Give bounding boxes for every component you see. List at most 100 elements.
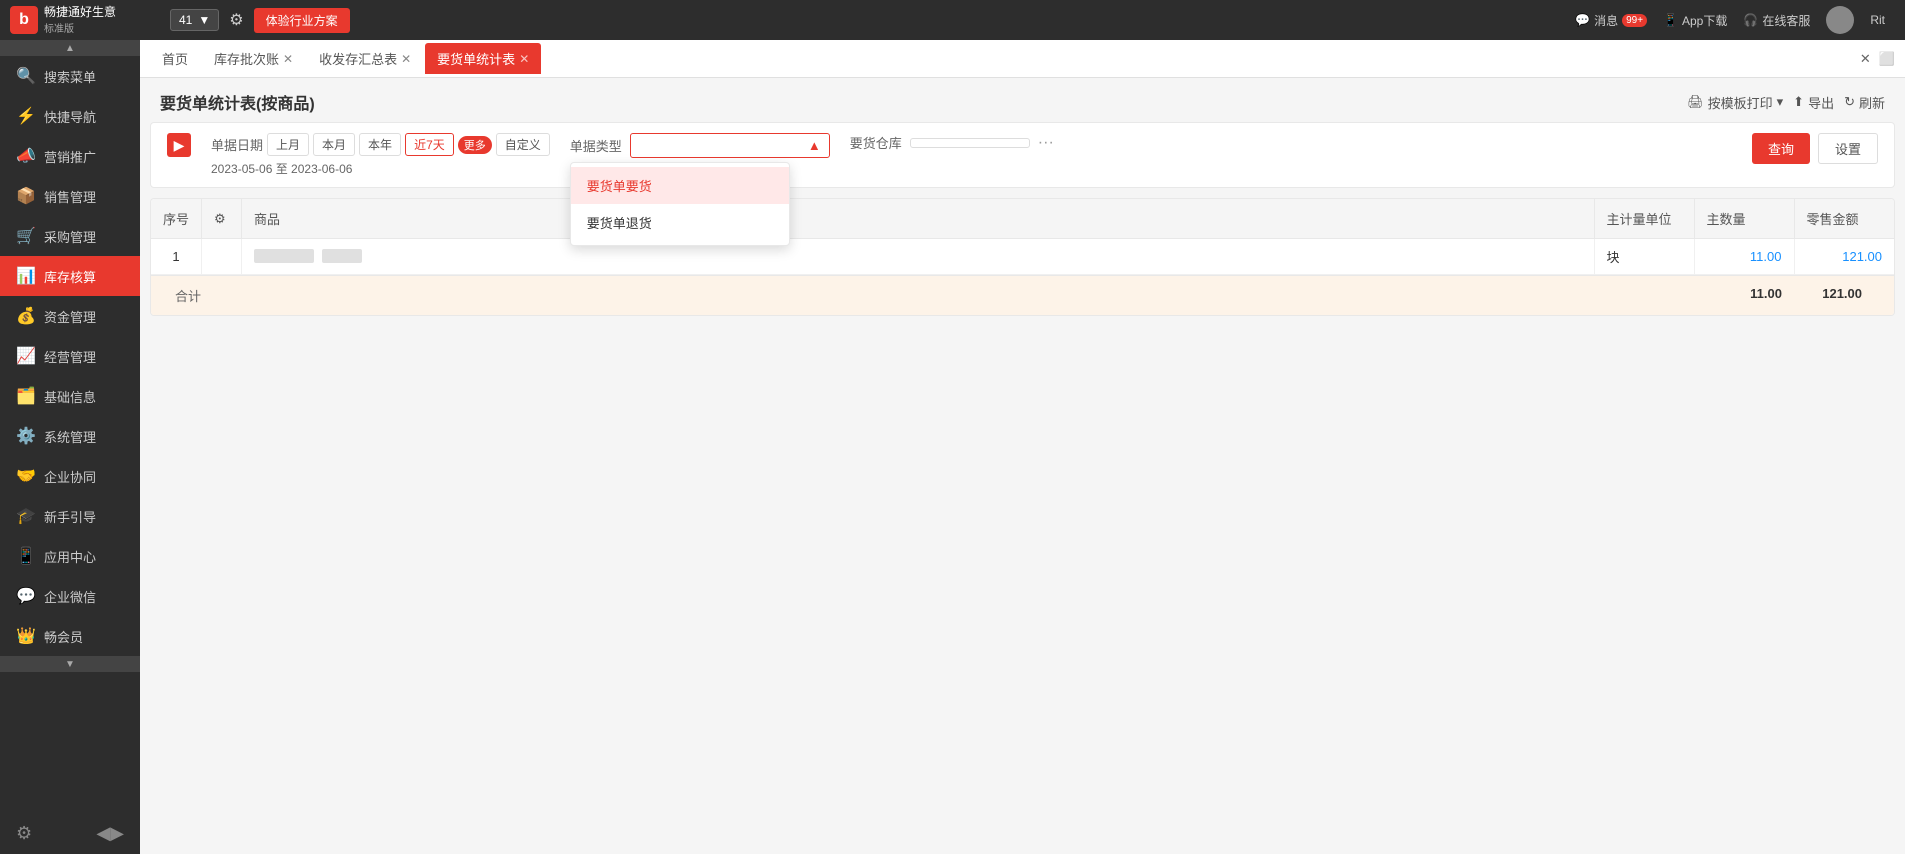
sidebar-item-sales[interactable]: 📦 销售管理 [0, 176, 140, 216]
col-header-settings[interactable]: ⚙ [202, 199, 242, 239]
date-btn-this-year[interactable]: 本年 [359, 133, 401, 156]
sidebar-item-marketing-label: 营销推广 [44, 147, 96, 166]
avatar[interactable] [1826, 6, 1854, 34]
sidebar-item-vip-label: 畅会员 [44, 627, 83, 646]
table-header-row: 序号 ⚙ 商品 主计量单位 主数量 零售金额 [151, 199, 1894, 239]
sidebar-item-search-label: 搜索菜单 [44, 67, 96, 86]
message-badge: 99+ [1622, 14, 1647, 27]
print-arrow-icon: ▾ [1777, 94, 1784, 110]
page-actions: 🖨 按模板打印 ▾ ⬆ 导出 ↻ 刷新 [1687, 93, 1885, 112]
sidebar-item-search[interactable]: 🔍 搜索菜单 [0, 56, 140, 96]
sidebar-item-system[interactable]: ⚙️ 系统管理 [0, 416, 140, 456]
tab-home[interactable]: 首页 [150, 43, 200, 74]
date-more-btn[interactable]: 更多 [458, 136, 492, 154]
filter-actions: 查询 设置 [1752, 133, 1878, 164]
sidebar-footer: ⚙ ◀▶ [0, 813, 140, 854]
sidebar-item-wechat[interactable]: 💬 企业微信 [0, 576, 140, 616]
date-custom-btn[interactable]: 自定义 [496, 133, 550, 156]
sidebar-collapse-icon[interactable]: ◀▶ [96, 823, 124, 844]
refresh-icon: ↻ [1844, 94, 1855, 110]
tab-order-stats-close[interactable]: ✕ [519, 52, 529, 66]
online-service-label: 在线客服 [1762, 12, 1810, 29]
footer-amount: 121.00 [1802, 286, 1882, 305]
sidebar-item-operation[interactable]: 📈 经营管理 [0, 336, 140, 376]
cell-num: 1 [151, 239, 202, 275]
refresh-btn[interactable]: ↻ 刷新 [1844, 93, 1885, 112]
tab-close-all-icon[interactable]: ✕ [1860, 51, 1871, 67]
filter-expand-btn[interactable]: ▶ [167, 133, 191, 157]
type-dropdown-item-return[interactable]: 要货单退货 [571, 204, 789, 241]
print-icon: 🖨 [1687, 94, 1704, 110]
app-download-label: App下载 [1682, 12, 1727, 29]
sidebar-item-vip[interactable]: 👑 畅会员 [0, 616, 140, 656]
warehouse-more-icon[interactable]: ··· [1038, 134, 1054, 152]
table-container: 序号 ⚙ 商品 主计量单位 主数量 零售金额 [150, 198, 1895, 316]
type-filter-select[interactable]: ▲ [630, 133, 830, 158]
sidebar: ▲ 🔍 搜索菜单 ⚡ 快捷导航 📣 营销推广 📦 销售管理 🛒 采购管理 📊 库… [0, 40, 140, 854]
filter-bar: ▶ 单据日期 上月 本月 本年 近7天 更多 自定义 2023-05-06 至 … [150, 122, 1895, 188]
guide-icon: 🎓 [16, 506, 36, 526]
sidebar-settings-icon[interactable]: ⚙ [16, 823, 32, 844]
sidebar-item-enterprise[interactable]: 🤝 企业协同 [0, 456, 140, 496]
page-content: 要货单统计表(按商品) 🖨 按模板打印 ▾ ⬆ 导出 ↻ 刷新 [140, 78, 1905, 854]
tab-bar-actions: ✕ ⬜ [1860, 51, 1895, 67]
col-header-unit: 主计量单位 [1594, 199, 1694, 239]
tab-expand-icon[interactable]: ⬜ [1879, 51, 1895, 67]
date-btn-last-month[interactable]: 上月 [267, 133, 309, 156]
logo-icon: b [10, 6, 38, 34]
sidebar-item-purchase[interactable]: 🛒 采购管理 [0, 216, 140, 256]
sidebar-item-enterprise-label: 企业协同 [44, 467, 96, 486]
tab-order-stats[interactable]: 要货单统计表 ✕ [425, 43, 541, 74]
message-icon: 💬 [1575, 13, 1590, 27]
warehouse-filter-input[interactable] [910, 138, 1030, 148]
footer-quantity: 11.00 [1722, 286, 1802, 305]
sidebar-item-app-center-label: 应用中心 [44, 547, 96, 566]
online-service-item[interactable]: 🎧 在线客服 [1743, 12, 1810, 29]
search-icon: 🔍 [16, 66, 36, 86]
sidebar-scroll-down[interactable]: ▼ [0, 656, 140, 672]
table-settings-icon[interactable]: ⚙ [214, 211, 226, 226]
sidebar-item-wechat-label: 企业微信 [44, 587, 96, 606]
cell-row-settings[interactable] [202, 239, 242, 275]
tab-inventory-batch-label: 库存批次账 [214, 49, 279, 68]
header-settings-icon[interactable]: ⚙ [229, 10, 243, 30]
store-selector[interactable]: 41 ▼ [170, 9, 219, 31]
sidebar-item-marketing[interactable]: 📣 营销推广 [0, 136, 140, 176]
message-item[interactable]: 💬 消息 99+ [1575, 12, 1647, 29]
col-header-num: 序号 [151, 199, 202, 239]
date-btn-this-month[interactable]: 本月 [313, 133, 355, 156]
basic-icon: 🗂️ [16, 386, 36, 406]
tab-receipt-summary[interactable]: 收发存汇总表 ✕ [307, 43, 423, 74]
sidebar-item-basic-label: 基础信息 [44, 387, 96, 406]
vip-icon: 👑 [16, 626, 36, 646]
sidebar-item-inventory[interactable]: 📊 库存核算 [0, 256, 140, 296]
tab-inventory-batch[interactable]: 库存批次账 ✕ [202, 43, 305, 74]
quick-nav-icon: ⚡ [16, 106, 36, 126]
app-download-item[interactable]: 📱 App下载 [1663, 12, 1727, 29]
sidebar-item-app-center[interactable]: 📱 应用中心 [0, 536, 140, 576]
sidebar-item-quick-nav[interactable]: ⚡ 快捷导航 [0, 96, 140, 136]
filter-type-wrapper: 单据类型 ▲ 要货单要货 要货单退货 [570, 133, 830, 158]
sidebar-scroll-up[interactable]: ▲ [0, 40, 140, 56]
date-btn-7days[interactable]: 近7天 [405, 133, 454, 156]
tab-order-stats-label: 要货单统计表 [437, 49, 515, 68]
store-name: 41 [179, 13, 192, 27]
trial-button[interactable]: 体验行业方案 [254, 8, 350, 33]
warehouse-filter-group: 要货仓库 ··· [850, 133, 1054, 152]
tab-receipt-summary-close[interactable]: ✕ [401, 52, 411, 66]
sidebar-item-basic[interactable]: 🗂️ 基础信息 [0, 376, 140, 416]
sidebar-item-guide[interactable]: 🎓 新手引导 [0, 496, 140, 536]
phone-icon: 📱 [1663, 13, 1678, 27]
type-dropdown-item-order[interactable]: 要货单要货 [571, 167, 789, 204]
sidebar-item-finance-label: 资金管理 [44, 307, 96, 326]
query-button[interactable]: 查询 [1752, 133, 1810, 164]
print-btn[interactable]: 🖨 按模板打印 ▾ [1687, 93, 1783, 112]
marketing-icon: 📣 [16, 146, 36, 166]
export-btn[interactable]: ⬆ 导出 [1793, 93, 1834, 112]
tab-inventory-batch-close[interactable]: ✕ [283, 52, 293, 66]
sidebar-item-quick-nav-label: 快捷导航 [44, 107, 96, 126]
sidebar-item-system-label: 系统管理 [44, 427, 96, 446]
settings-button[interactable]: 设置 [1818, 133, 1878, 164]
sidebar-item-finance[interactable]: 💰 资金管理 [0, 296, 140, 336]
table-row: 1 块 11.00 [151, 239, 1894, 275]
